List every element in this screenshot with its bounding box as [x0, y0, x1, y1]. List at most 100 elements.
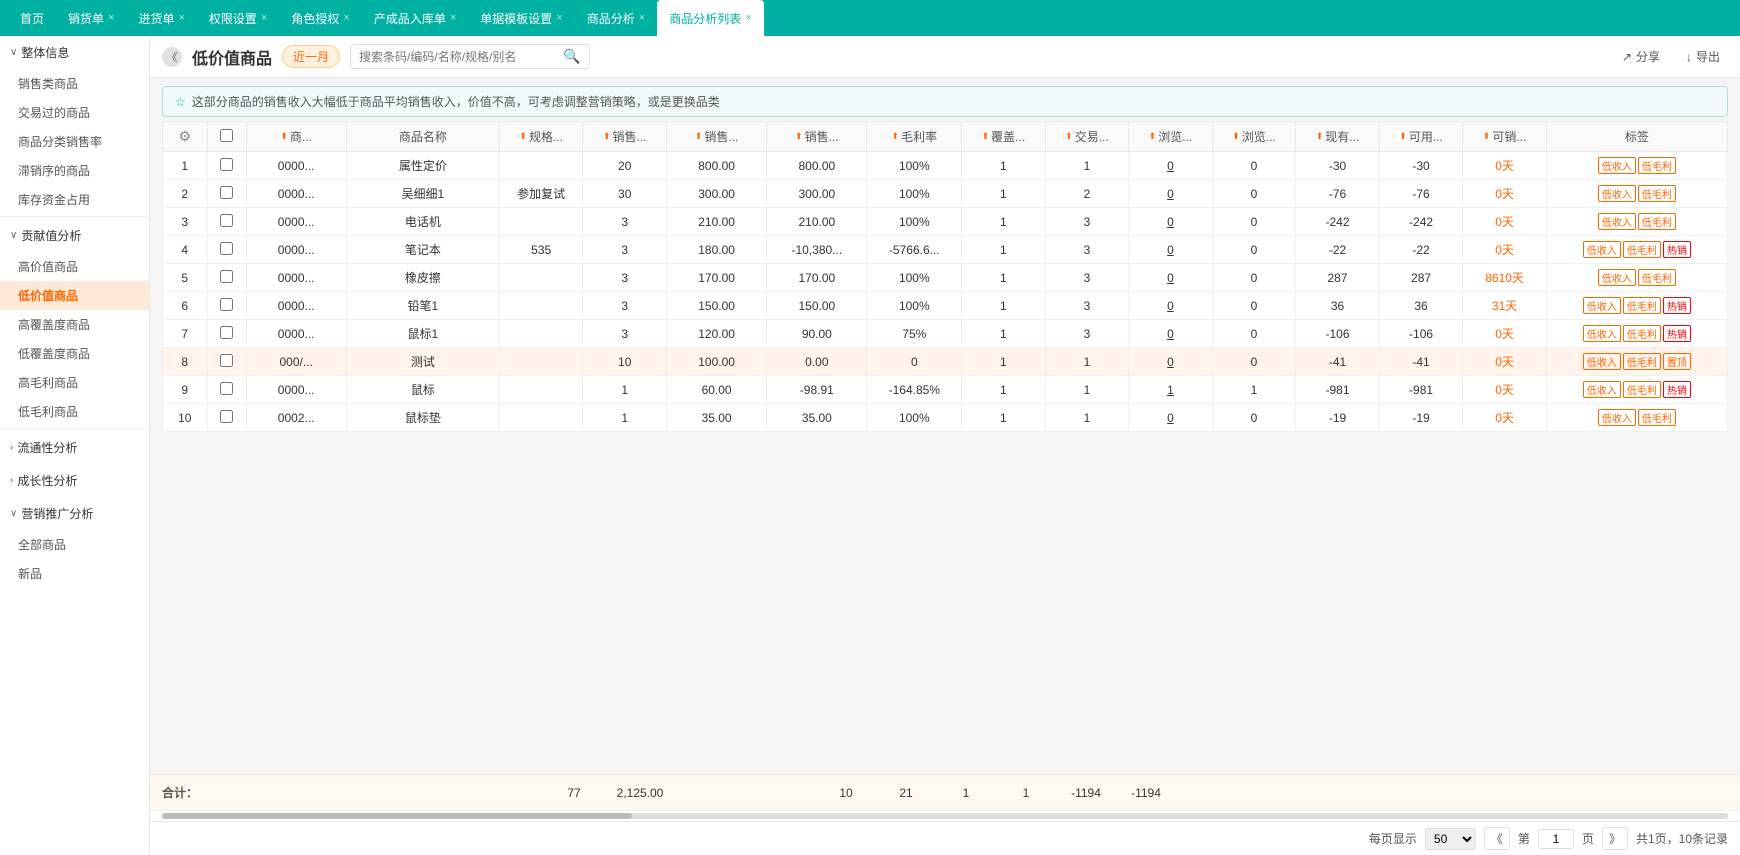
close-icon[interactable]: × [261, 12, 267, 24]
select-all-checkbox[interactable] [220, 129, 233, 142]
row-checkbox[interactable] [207, 376, 246, 404]
col-trade[interactable]: ⬆交易... [1045, 122, 1129, 152]
col-code[interactable]: ⬆商... [246, 122, 346, 152]
row-select-checkbox[interactable] [220, 326, 233, 339]
table-container[interactable]: ⚙ ⬆商... 商品名称 ⬆规格... [162, 121, 1728, 774]
row-browse1[interactable]: 0 [1129, 404, 1213, 432]
sidebar-group-contribution[interactable]: ∨ 贡献值分析 [0, 219, 149, 252]
gear-icon[interactable]: ⚙ [178, 128, 191, 145]
sidebar-item-high-coverage[interactable]: 高覆盖度商品 [0, 310, 149, 339]
col-avail[interactable]: ⬆可用... [1379, 122, 1463, 152]
browse1-link[interactable]: 0 [1167, 299, 1174, 313]
sidebar-item-slow-moving[interactable]: 滞销序的商品 [0, 156, 149, 185]
filter-button[interactable]: 近一月 [282, 45, 340, 68]
row-checkbox[interactable] [207, 264, 246, 292]
col-cover[interactable]: ⬆覆盖... [962, 122, 1046, 152]
row-browse1[interactable]: 0 [1129, 208, 1213, 236]
browse1-link[interactable]: 0 [1167, 411, 1174, 425]
share-button[interactable]: ↗ 分享 [1614, 44, 1668, 69]
close-icon[interactable]: × [745, 12, 751, 24]
per-page-select[interactable]: 50 100 200 [1425, 828, 1476, 850]
next-page-button[interactable]: 》 [1602, 827, 1628, 850]
sidebar-group-circulation[interactable]: › 流通性分析 [0, 431, 149, 464]
row-browse1[interactable]: 0 [1129, 180, 1213, 208]
col-sellable[interactable]: ⬆可销... [1463, 122, 1547, 152]
col-browse1[interactable]: ⬆浏览... [1129, 122, 1213, 152]
sidebar-item-sales-products[interactable]: 销售类商品 [0, 69, 149, 98]
close-icon[interactable]: × [556, 12, 562, 24]
search-icon[interactable]: 🔍 [563, 48, 580, 65]
sidebar-group-growth[interactable]: › 成长性分析 [0, 464, 149, 497]
row-select-checkbox[interactable] [220, 158, 233, 171]
row-checkbox[interactable] [207, 292, 246, 320]
col-tags[interactable]: 标签 [1546, 122, 1727, 152]
row-browse1[interactable]: 0 [1129, 320, 1213, 348]
col-sales-qty[interactable]: ⬆销售... [583, 122, 667, 152]
nav-product-analysis[interactable]: 商品分析 × [575, 0, 657, 36]
sidebar-item-low-coverage[interactable]: 低覆盖度商品 [0, 339, 149, 368]
nav-product-analysis-list[interactable]: 商品分析列表 × [657, 0, 763, 36]
sidebar-group-overall[interactable]: ∨ 整体信息 [0, 36, 149, 69]
col-current[interactable]: ⬆现有... [1296, 122, 1380, 152]
page-number-input[interactable] [1538, 829, 1574, 849]
nav-sales-order[interactable]: 销货单 × [56, 0, 126, 36]
row-select-checkbox[interactable] [220, 410, 233, 423]
sidebar-item-inventory-capital[interactable]: 库存资金占用 [0, 185, 149, 214]
nav-role-auth[interactable]: 角色授权 × [279, 0, 361, 36]
nav-template-settings[interactable]: 单据模板设置 × [468, 0, 574, 36]
row-select-checkbox[interactable] [220, 298, 233, 311]
row-checkbox[interactable] [207, 152, 246, 180]
close-icon[interactable]: × [108, 12, 114, 24]
sidebar-item-category-sales-rate[interactable]: 商品分类销售率 [0, 127, 149, 156]
sidebar-item-high-margin[interactable]: 高毛利商品 [0, 368, 149, 397]
row-checkbox[interactable] [207, 180, 246, 208]
row-browse1[interactable]: 0 [1129, 152, 1213, 180]
nav-permissions[interactable]: 权限设置 × [197, 0, 279, 36]
sidebar-group-marketing[interactable]: ∨ 营销推广分析 [0, 497, 149, 530]
browse1-link[interactable]: 0 [1167, 271, 1174, 285]
search-input[interactable] [359, 50, 559, 64]
row-select-checkbox[interactable] [220, 186, 233, 199]
col-check[interactable] [207, 122, 246, 152]
row-select-checkbox[interactable] [220, 354, 233, 367]
row-select-checkbox[interactable] [220, 242, 233, 255]
col-sales-amount[interactable]: ⬆销售... [767, 122, 867, 152]
col-spec[interactable]: ⬆规格... [499, 122, 583, 152]
close-icon[interactable]: × [450, 12, 456, 24]
browse1-link[interactable]: 0 [1167, 243, 1174, 257]
browse1-link[interactable]: 0 [1167, 355, 1174, 369]
export-button[interactable]: ↓ 导出 [1678, 44, 1728, 69]
browse1-link[interactable]: 0 [1167, 159, 1174, 173]
sidebar-item-low-value[interactable]: 低价值商品 [0, 281, 149, 310]
row-select-checkbox[interactable] [220, 382, 233, 395]
row-browse1[interactable]: 0 [1129, 348, 1213, 376]
sidebar-item-low-margin[interactable]: 低毛利商品 [0, 397, 149, 426]
col-browse2[interactable]: ⬆浏览... [1212, 122, 1296, 152]
row-select-checkbox[interactable] [220, 214, 233, 227]
sidebar-item-high-value[interactable]: 高价值商品 [0, 252, 149, 281]
close-icon[interactable]: × [639, 12, 645, 24]
sidebar-item-new-products[interactable]: 新品 [0, 559, 149, 588]
browse1-link[interactable]: 1 [1167, 383, 1174, 397]
close-icon[interactable]: × [343, 12, 349, 24]
collapse-button[interactable]: 《 [162, 47, 182, 67]
sidebar-item-all-products[interactable]: 全部商品 [0, 530, 149, 559]
row-checkbox[interactable] [207, 208, 246, 236]
browse1-link[interactable]: 0 [1167, 215, 1174, 229]
first-page-button[interactable]: 《 [1484, 827, 1510, 850]
col-config[interactable]: ⚙ [163, 122, 208, 152]
col-margin[interactable]: ⬆毛利率 [867, 122, 962, 152]
row-checkbox[interactable] [207, 404, 246, 432]
nav-finished-goods[interactable]: 产成品入库单 × [362, 0, 468, 36]
row-browse1[interactable]: 1 [1129, 376, 1213, 404]
row-checkbox[interactable] [207, 236, 246, 264]
close-icon[interactable]: × [178, 12, 184, 24]
col-name[interactable]: 商品名称 [346, 122, 499, 152]
row-checkbox[interactable] [207, 320, 246, 348]
sidebar-item-traded-products[interactable]: 交易过的商品 [0, 98, 149, 127]
row-select-checkbox[interactable] [220, 270, 233, 283]
browse1-link[interactable]: 0 [1167, 187, 1174, 201]
row-browse1[interactable]: 0 [1129, 264, 1213, 292]
row-checkbox[interactable] [207, 348, 246, 376]
col-sales-price[interactable]: ⬆销售... [666, 122, 766, 152]
